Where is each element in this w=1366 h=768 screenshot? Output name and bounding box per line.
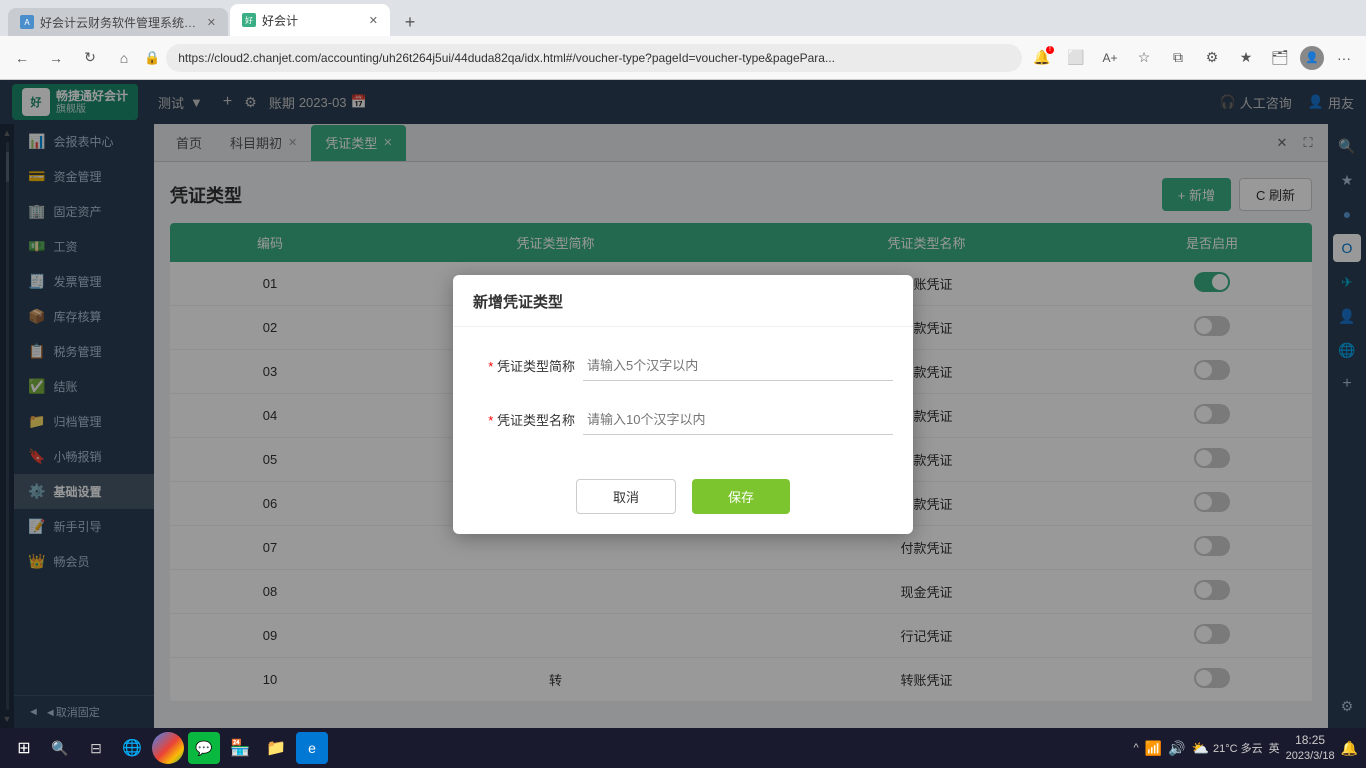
- collections-button[interactable]: 🗂: [1266, 44, 1294, 72]
- tab1-close[interactable]: ✕: [207, 16, 216, 29]
- back-button[interactable]: ←: [8, 44, 36, 72]
- save-button[interactable]: 保存: [692, 479, 790, 514]
- taskbar-chrome-icon[interactable]: [152, 732, 184, 764]
- modal-overlay: 新增凭证类型 * 凭证类型简称 * 凭证类型名称: [0, 80, 1366, 728]
- taskbar-lang[interactable]: 英: [1269, 740, 1280, 756]
- browser-tab-bar: A 好会计云财务软件管理系统_会计 ✕ 好 好会计 ✕ +: [0, 0, 1366, 36]
- browser-tab-inactive[interactable]: A 好会计云财务软件管理系统_会计 ✕: [8, 8, 228, 36]
- alert-icon[interactable]: 🔔 !: [1028, 44, 1056, 72]
- home-button[interactable]: ⌂: [110, 44, 138, 72]
- clock-time: 18:25: [1286, 732, 1335, 749]
- modal-dialog: 新增凭证类型 * 凭证类型简称 * 凭证类型名称: [453, 275, 913, 534]
- tab1-title: 好会计云财务软件管理系统_会计: [40, 14, 201, 31]
- form-row-abbr: * 凭证类型简称: [473, 351, 893, 381]
- modal-title: 新增凭证类型: [473, 294, 563, 311]
- browser-tab-active[interactable]: 好 好会计 ✕: [230, 4, 390, 36]
- address-bar-row: ← → ↻ ⌂ 🔒 🔔 ! ⬜ A+ ☆ ⧉ ⚙ ★ 🗂 👤 ···: [0, 36, 1366, 80]
- taskbar-edge-icon[interactable]: 🌐: [116, 732, 148, 764]
- cancel-button[interactable]: 取消: [576, 479, 676, 514]
- modal-body: * 凭证类型简称 * 凭证类型名称: [453, 327, 913, 467]
- forward-button[interactable]: →: [42, 44, 70, 72]
- profile-avatar[interactable]: 👤: [1300, 46, 1324, 70]
- notification-chevron[interactable]: ^: [1134, 742, 1139, 754]
- favorites-button[interactable]: ★: [1232, 44, 1260, 72]
- weather-icon: ⛅: [1192, 740, 1209, 757]
- start-button[interactable]: ⊞: [8, 732, 40, 764]
- taskbar-edge2-icon[interactable]: e: [296, 732, 328, 764]
- tab2-title: 好会计: [262, 12, 363, 29]
- name-label: * 凭证类型名称: [473, 410, 583, 429]
- new-tab-button[interactable]: +: [396, 8, 424, 36]
- taskbar: ⊞ 🔍 ⊟ 🌐 💬 🏪 📁 e ^ 📶 🔊 ⛅ 21°C 多云 英 18:25 …: [0, 728, 1366, 768]
- split-view-button[interactable]: ⧉: [1164, 44, 1192, 72]
- taskbar-wechat-icon[interactable]: 💬: [188, 732, 220, 764]
- clock-date: 2023/3/18: [1286, 749, 1335, 764]
- weather-text: 21°C 多云: [1213, 740, 1263, 756]
- modal-header: 新增凭证类型: [453, 275, 913, 327]
- extensions-button[interactable]: ⬜: [1062, 44, 1090, 72]
- taskbar-sound-icon[interactable]: 🔊: [1168, 740, 1185, 757]
- taskbar-search-icon[interactable]: 🔍: [44, 732, 76, 764]
- refresh-button[interactable]: ↻: [76, 44, 104, 72]
- tab1-favicon: A: [20, 15, 34, 29]
- abbr-input[interactable]: [583, 351, 893, 381]
- tab2-close[interactable]: ✕: [369, 14, 378, 27]
- taskbar-clock: 18:25 2023/3/18: [1286, 732, 1335, 764]
- abbr-label: * 凭证类型简称: [473, 356, 583, 375]
- font-button[interactable]: A+: [1096, 44, 1124, 72]
- lock-icon: 🔒: [144, 50, 160, 66]
- bookmark-button[interactable]: ☆: [1130, 44, 1158, 72]
- tab2-favicon: 好: [242, 13, 256, 27]
- name-input[interactable]: [583, 405, 893, 435]
- address-input[interactable]: [166, 44, 1022, 72]
- browser-settings-button[interactable]: ⚙: [1198, 44, 1226, 72]
- taskbar-network-icon[interactable]: 📶: [1145, 740, 1162, 757]
- form-row-name: * 凭证类型名称: [473, 405, 893, 435]
- taskbar-windows-store-icon[interactable]: 🏪: [224, 732, 256, 764]
- more-button[interactable]: ···: [1330, 44, 1358, 72]
- taskbar-multitask-icon[interactable]: ⊟: [80, 732, 112, 764]
- taskbar-folder-icon[interactable]: 📁: [260, 732, 292, 764]
- taskbar-right-area: ^ 📶 🔊 ⛅ 21°C 多云 英 18:25 2023/3/18 🔔: [1134, 732, 1359, 764]
- modal-footer: 取消 保存: [453, 467, 913, 534]
- taskbar-weather: ⛅ 21°C 多云: [1192, 740, 1263, 757]
- browser-frame: A 好会计云财务软件管理系统_会计 ✕ 好 好会计 ✕ + ← → ↻ ⌂ 🔒 …: [0, 0, 1366, 768]
- notification-bell[interactable]: 🔔: [1341, 740, 1358, 757]
